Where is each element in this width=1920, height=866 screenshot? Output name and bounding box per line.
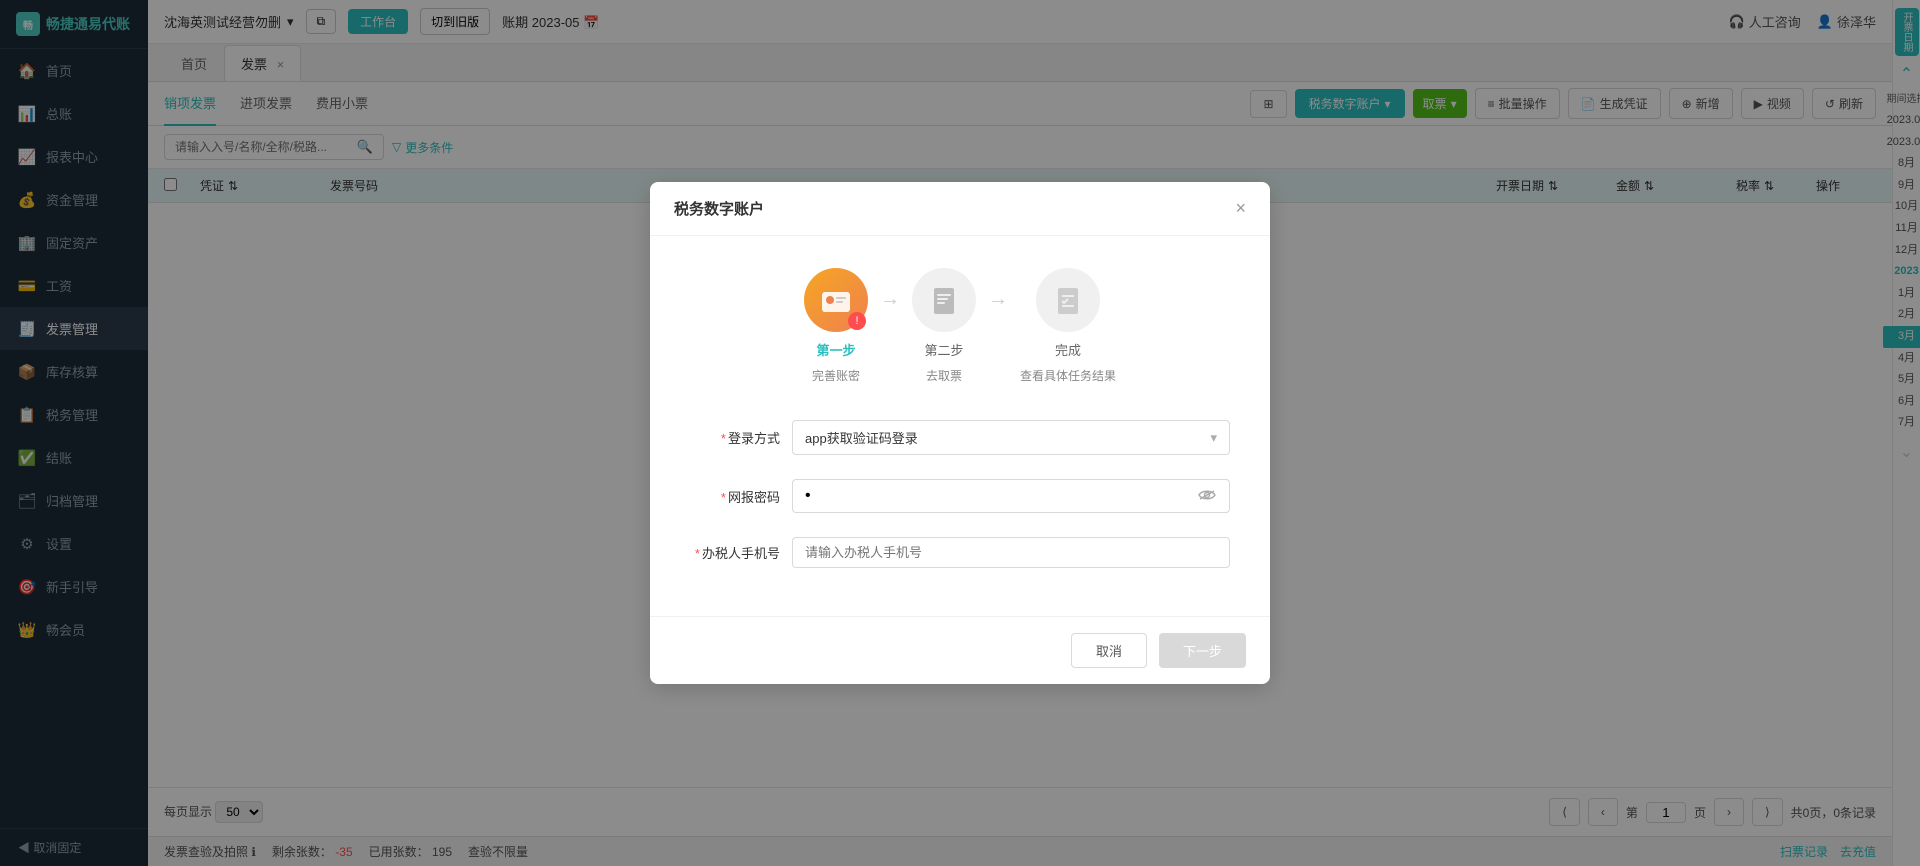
tax-digital-modal: 税务数字账户 × ! 第一步 [650, 182, 1270, 684]
password-dot: • [805, 487, 813, 505]
step-arrow-2: → [988, 288, 1008, 311]
phone-row: 办税人手机号 [690, 537, 1230, 568]
password-row: 网报密码 • [690, 479, 1230, 513]
modal-close-btn[interactable]: × [1235, 198, 1246, 219]
step-2-desc: 去取票 [926, 367, 962, 384]
toggle-password-icon[interactable] [1197, 489, 1217, 504]
step-3: 完成 查看具体任务结果 [1020, 268, 1116, 384]
login-method-arrow-icon: ▾ [1210, 430, 1217, 446]
step-arrow-1: → [880, 288, 900, 311]
login-method-select[interactable]: app获取验证码登录 ▾ [792, 420, 1230, 455]
password-field[interactable]: • [792, 479, 1230, 513]
step-3-label: 完成 [1055, 340, 1081, 359]
cancel-btn[interactable]: 取消 [1071, 633, 1147, 668]
password-label: 网报密码 [690, 487, 780, 506]
step-3-icon [1036, 268, 1100, 332]
phone-label: 办税人手机号 [690, 543, 780, 562]
phone-input[interactable] [792, 537, 1230, 568]
login-method-label: 登录方式 [690, 428, 780, 447]
modal-header: 税务数字账户 × [650, 182, 1270, 236]
step-2-label: 第二步 [924, 340, 963, 359]
step-2: 第二步 去取票 [912, 268, 976, 384]
steps-indicator: ! 第一步 完善账密 → 第 [690, 268, 1230, 384]
modal-footer: 取消 下一步 [650, 616, 1270, 684]
checklist-icon [1052, 284, 1084, 316]
step-1-label: 第一步 [816, 340, 855, 359]
id-card-icon [820, 284, 852, 316]
modal-body: ! 第一步 完善账密 → 第 [650, 236, 1270, 616]
step-3-desc: 查看具体任务结果 [1020, 367, 1116, 384]
step-2-icon [912, 268, 976, 332]
modal-title: 税务数字账户 [674, 198, 764, 219]
step-1-error-badge: ! [848, 312, 866, 330]
login-method-row: 登录方式 app获取验证码登录 ▾ [690, 420, 1230, 455]
step-1: ! 第一步 完善账密 [804, 268, 868, 384]
modal-overlay: 税务数字账户 × ! 第一步 [0, 0, 1920, 866]
step-1-desc: 完善账密 [812, 367, 860, 384]
next-btn[interactable]: 下一步 [1159, 633, 1246, 668]
step-1-icon: ! [804, 268, 868, 332]
login-method-value: app获取验证码登录 [805, 428, 918, 447]
document-icon [928, 284, 960, 316]
